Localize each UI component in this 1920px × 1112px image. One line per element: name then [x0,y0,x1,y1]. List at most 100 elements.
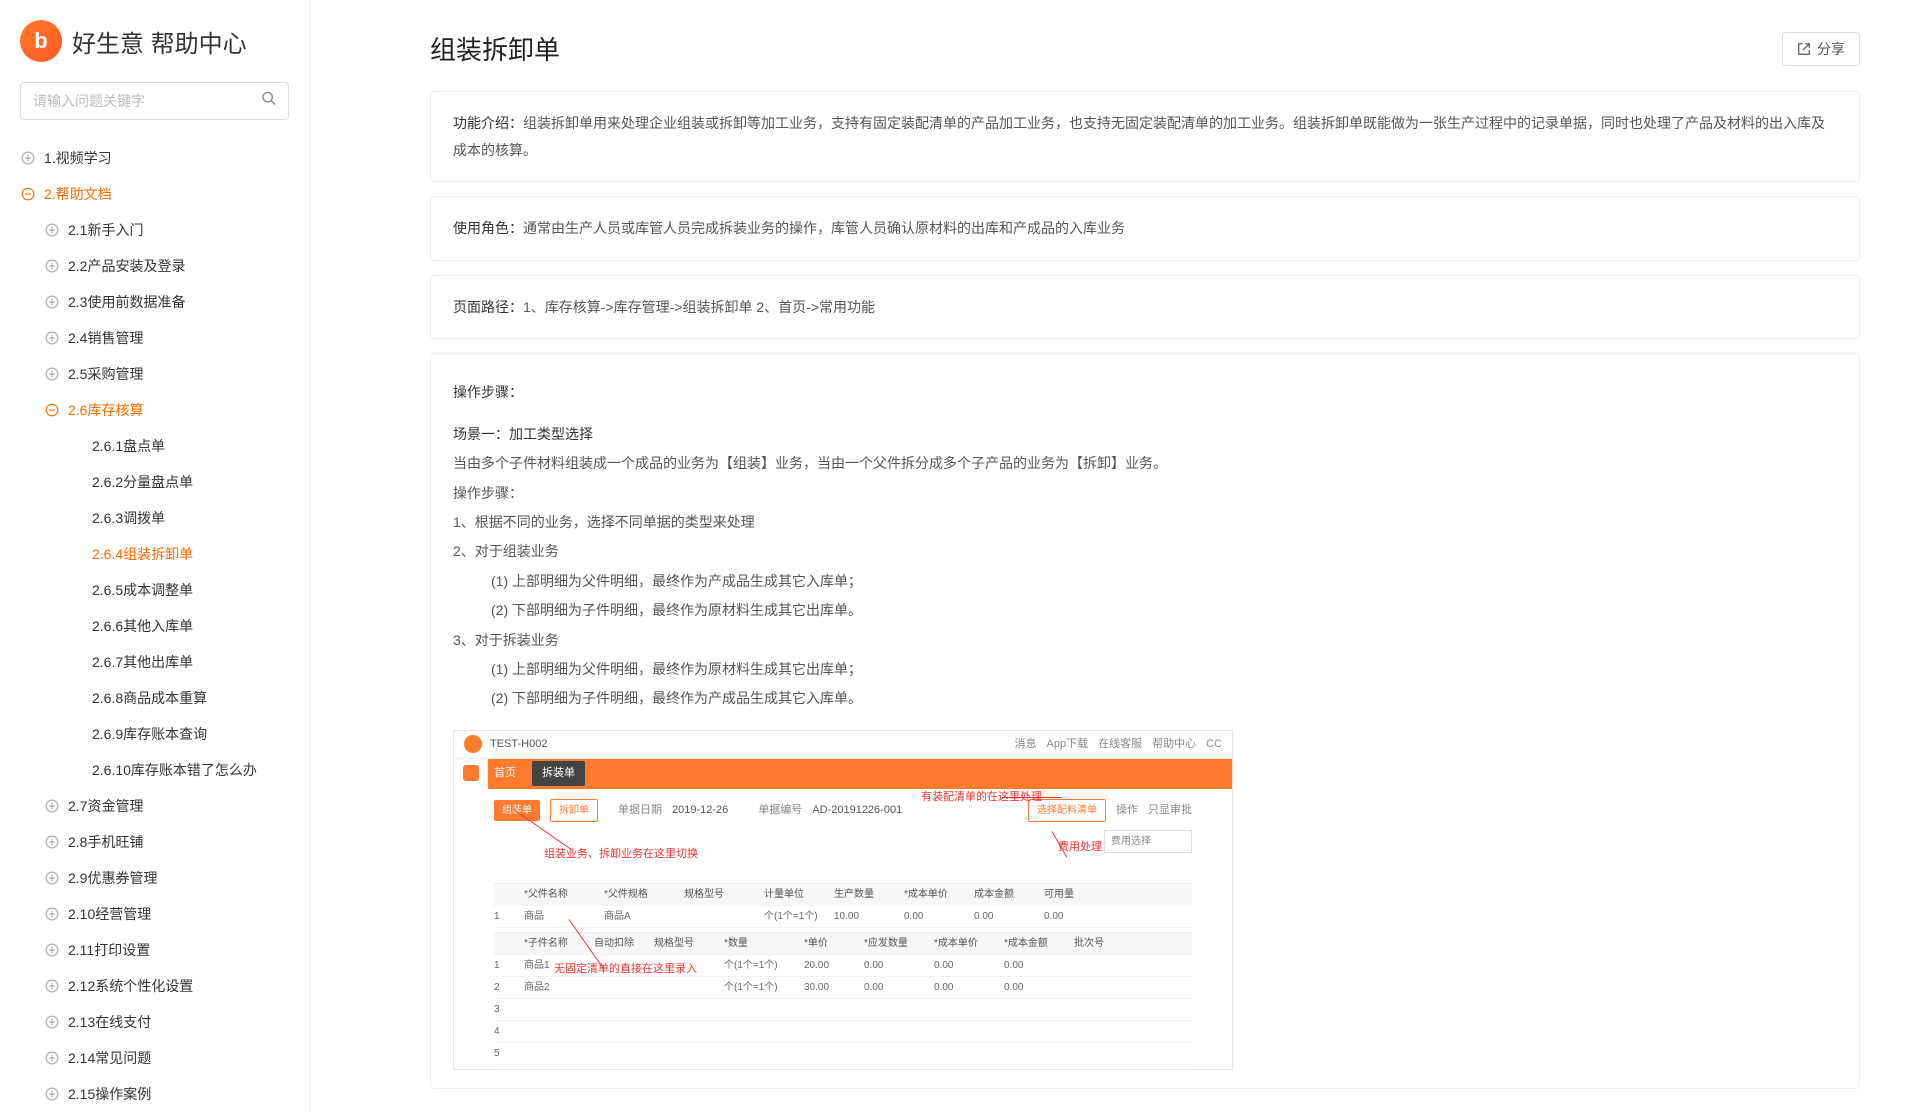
plus-circle-icon [44,330,60,346]
share-icon [1797,42,1811,56]
step-3-1: (1) 上部明细为父件明细，最终作为原材料生成其它出库单； [453,655,1837,684]
intro-card: 功能介绍：组装拆卸单用来处理企业组装或拆卸等加工业务，支持有固定装配清单的产品加… [430,91,1860,182]
path-card: 页面路径：1、库存核算->库存管理->组装拆卸单 2、首页->常用功能 [430,275,1860,340]
ph-btn-op: 操作 [1116,800,1138,821]
share-button[interactable]: 分享 [1782,32,1860,66]
nav-label: 2.1新手入门 [68,220,143,240]
nav-label: 2.帮助文档 [44,184,112,204]
step-2-1: (1) 上部明细为父件明细，最终作为产成品生成其它入库单； [453,567,1837,596]
search-input[interactable] [20,82,289,120]
plus-circle-icon [44,942,60,958]
path-label: 页面路径： [453,299,523,315]
nav-label: 2.12系统个性化设置 [68,976,193,996]
step-1: 1、根据不同的业务，选择不同单据的类型来处理 [453,508,1837,537]
ph-fee: 费用选择 [1104,830,1192,853]
plus-circle-icon [44,906,60,922]
nav-label: 2.2产品安装及登录 [68,256,185,276]
nav-label: 2.4销售管理 [68,328,143,348]
nav-label: 2.14常见问题 [68,1048,151,1068]
ph-nav-doc: 拆装单 [532,761,585,786]
ph-no: AD-20191226-001 [812,800,902,821]
ph-id: TEST-H002 [490,734,547,755]
nav-item[interactable]: 2.2产品安装及登录 [44,248,289,284]
nav-sub: 2.6.1盘点单2.6.2分量盘点单2.6.3调拨单2.6.4组装拆卸单2.6.… [44,428,289,788]
nav-label: 2.8手机旺铺 [68,832,143,852]
nav-label: 2.9优惠券管理 [68,868,157,888]
nav-item[interactable]: 2.11打印设置 [44,932,289,968]
plus-circle-icon [44,366,60,382]
intro-label: 功能介绍： [453,115,523,131]
scene-title: 场景一：加工类型选择 [453,420,1837,449]
nav-sub-item[interactable]: 2.6.10库存账本错了怎么办 [68,752,289,788]
screenshot-illustration: TEST-H002 消息App下载在线客服帮助中心CC 首页 拆装单 组装单 拆… [453,730,1233,1070]
nav-item[interactable]: 2.6库存核算 [44,392,289,428]
nav-sub-item[interactable]: 2.6.2分量盘点单 [68,464,289,500]
step-3: 3、对于拆装业务 [453,626,1837,655]
nav-item[interactable]: 2.9优惠券管理 [44,860,289,896]
page-title: 组装拆卸单 [430,30,560,67]
nav-item[interactable]: 2.3使用前数据准备 [44,284,289,320]
nav-sub: 2.1新手入门 2.2产品安装及登录 2.3使用前数据准备 2.4销售管理 2.5采购管… [20,212,289,1112]
nav: 1.视频学习2.帮助文档2.1新手入门2.2产品安装及登录2.3使用前数据准备2… [20,140,289,1112]
ph-btn-so: 只显审批 [1148,800,1192,821]
steps-title: 操作步骤： [453,378,1837,407]
nav-item[interactable]: 2.1新手入门 [44,212,289,248]
nav-item[interactable]: 2.15操作案例 [44,1076,289,1112]
nav-sub-item[interactable]: 2.6.3调拨单 [68,500,289,536]
ph-nav-home: 首页 [494,763,516,784]
nav-item[interactable]: 2.5采购管理 [44,356,289,392]
plus-circle-icon [44,978,60,994]
nav-sub-item[interactable]: 2.6.1盘点单 [68,428,289,464]
nav-label: 2.7资金管理 [68,796,143,816]
steps-sub: 操作步骤： [453,479,1837,508]
nav-sub-item[interactable]: 2.6.5成本调整单 [68,572,289,608]
plus-circle-icon [44,222,60,238]
path-text: 1、库存核算->库存管理->组装拆卸单 2、首页->常用功能 [523,299,875,315]
ph-pill-disassembly: 拆卸单 [550,799,598,822]
nav-label: 2.6库存核算 [68,400,143,420]
ph-annotation-4: 无固定清单的直接在这里录入 [554,959,697,980]
plus-circle-icon [44,798,60,814]
role-card: 使用角色：通常由生产人员或库管人员完成拆装业务的操作，库管人员确认原材料的出库和… [430,196,1860,261]
plus-circle-icon [44,870,60,886]
nav-item[interactable]: 2.4销售管理 [44,320,289,356]
nav-sub-item[interactable]: 2.6.9库存账本查询 [68,716,289,752]
ph-date-label: 单据日期 [618,800,662,821]
search-icon[interactable] [261,91,277,112]
intro-text: 组装拆卸单用来处理企业组装或拆卸等加工业务，支持有固定装配清单的产品加工业务，也… [453,115,1825,158]
nav-item[interactable]: 2.帮助文档 [20,176,289,212]
minus-circle-icon [20,186,36,202]
share-label: 分享 [1817,39,1845,59]
plus-circle-icon [44,834,60,850]
nav-label: 2.5采购管理 [68,364,143,384]
nav-sub-item[interactable]: 2.6.6其他入库单 [68,608,289,644]
scene-desc: 当由多个子件材料组装成一个成品的业务为【组装】业务，当由一个父件拆分成多个子产品… [453,449,1837,478]
ph-no-label: 单据编号 [758,800,802,821]
plus-circle-icon [44,1014,60,1030]
nav-item[interactable]: 2.8手机旺铺 [44,824,289,860]
nav-item[interactable]: 2.13在线支付 [44,1004,289,1040]
nav-label: 1.视频学习 [44,148,112,168]
page-header: 组装拆卸单 分享 [430,30,1860,67]
logo-icon: b [20,20,62,62]
nav-label: 2.10经营管理 [68,904,151,924]
plus-circle-icon [44,258,60,274]
nav-item[interactable]: 1.视频学习 [20,140,289,176]
nav-sub-item[interactable]: 2.6.7其他出库单 [68,644,289,680]
nav-item[interactable]: 2.10经营管理 [44,896,289,932]
nav-sub-item[interactable]: 2.6.4组装拆卸单 [68,536,289,572]
main-content: 组装拆卸单 分享 功能介绍：组装拆卸单用来处理企业组装或拆卸等加工业务，支持有固… [310,0,1920,1112]
steps-card: 操作步骤： 场景一：加工类型选择 当由多个子件材料组装成一个成品的业务为【组装】… [430,353,1860,1088]
logo: b 好生意 帮助中心 [20,20,289,62]
plus-circle-icon [44,1086,60,1102]
nav-label: 2.13在线支付 [68,1012,151,1032]
plus-circle-icon [44,1050,60,1066]
nav-item[interactable]: 2.7资金管理 [44,788,289,824]
nav-item[interactable]: 2.14常见问题 [44,1040,289,1076]
nav-sub-item[interactable]: 2.6.8商品成本重算 [68,680,289,716]
minus-circle-icon [44,402,60,418]
role-text: 通常由生产人员或库管人员完成拆装业务的操作，库管人员确认原材料的出库和产成品的入… [523,220,1125,236]
logo-text: 好生意 帮助中心 [72,24,247,59]
step-3-2: (2) 下部明细为子件明细，最终作为产成品生成其它入库单。 [453,684,1837,713]
sidebar: b 好生意 帮助中心 1.视频学习 2.帮助文档 2.1新手入门 2.2产品安装及登录… [0,0,310,1112]
